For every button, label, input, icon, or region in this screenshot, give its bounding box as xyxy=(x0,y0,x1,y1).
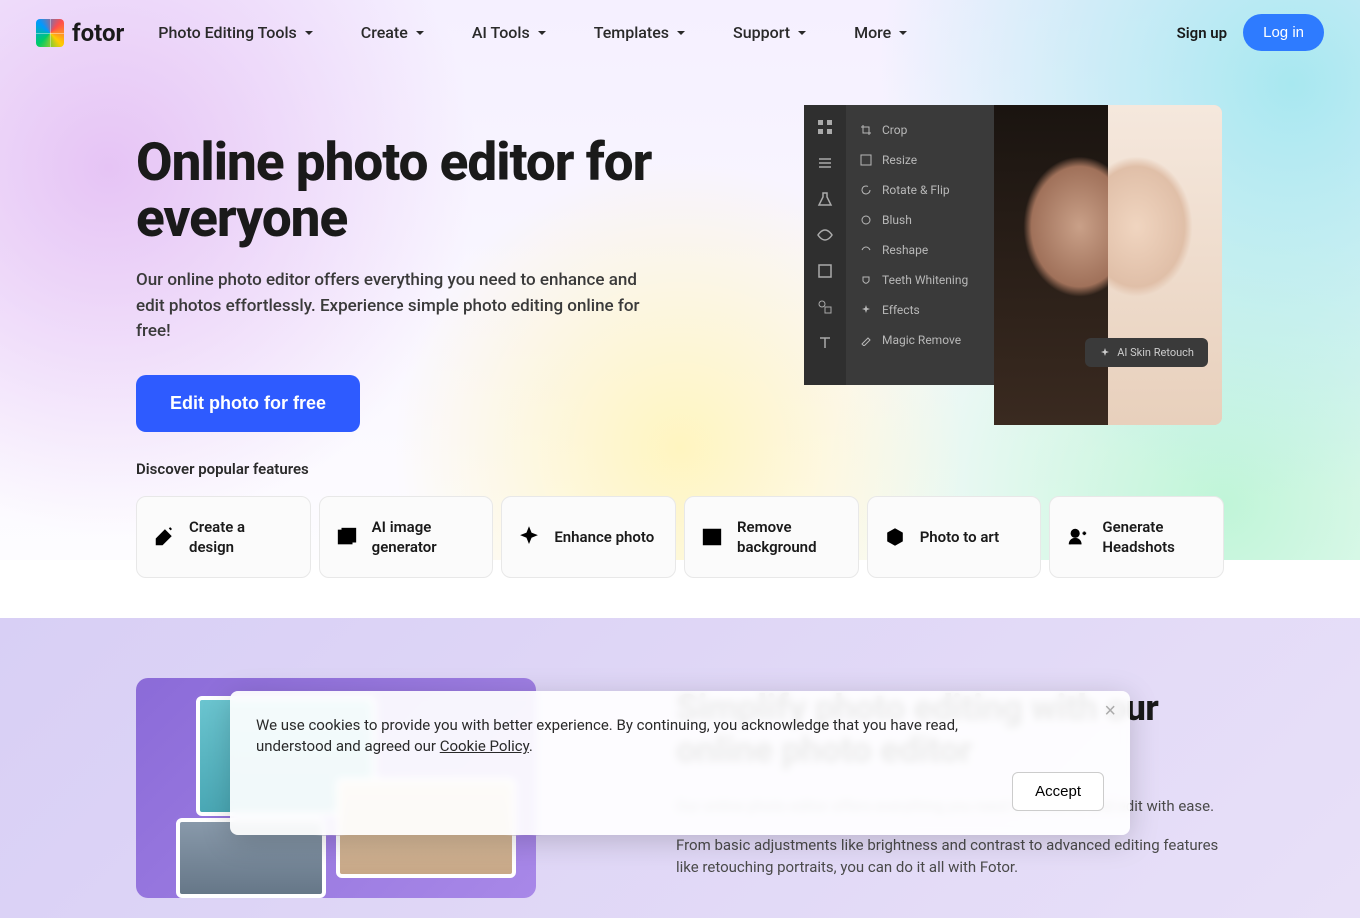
nav-create[interactable]: Create xyxy=(361,23,426,42)
text-icon xyxy=(817,335,833,351)
auth-controls: Sign up Log in xyxy=(1177,14,1324,51)
chevron-down-icon xyxy=(414,27,426,39)
design-icon xyxy=(153,526,175,548)
hero-visual: Crop Resize Rotate & Flip Blush Reshape … xyxy=(804,105,1224,385)
sliders-icon xyxy=(817,155,833,171)
eye-icon xyxy=(817,227,833,243)
sparkle-icon xyxy=(1099,347,1111,359)
editor-sidebar xyxy=(804,105,846,385)
feature-grid: Create a design AI image generator Enhan… xyxy=(136,496,1224,579)
main-nav: Photo Editing Tools Create AI Tools Temp… xyxy=(158,23,1142,42)
editor-preview: Crop Resize Rotate & Flip Blush Reshape … xyxy=(804,105,999,385)
feature-ai-image-generator[interactable]: AI image generator xyxy=(319,496,494,579)
nav-more[interactable]: More xyxy=(854,23,909,42)
header: fotor Photo Editing Tools Create AI Tool… xyxy=(0,0,1360,65)
shapes-icon xyxy=(817,299,833,315)
chevron-down-icon xyxy=(897,27,909,39)
cookie-policy-link[interactable]: Cookie Policy xyxy=(440,737,529,755)
feature-photo-to-art[interactable]: Photo to art xyxy=(867,496,1042,579)
face-after xyxy=(1108,105,1222,425)
menu-magic-remove: Magic Remove xyxy=(846,325,999,355)
accept-button[interactable]: Accept xyxy=(1012,772,1104,811)
feature-remove-background[interactable]: Remove background xyxy=(684,496,859,579)
section2-paragraph: From basic adjustments like brightness a… xyxy=(676,834,1224,879)
nav-label: More xyxy=(854,23,891,42)
image-icon xyxy=(336,526,358,548)
nav-photo-editing-tools[interactable]: Photo Editing Tools xyxy=(158,23,314,42)
menu-resize: Resize xyxy=(846,145,999,175)
frame-icon xyxy=(817,263,833,279)
face-before xyxy=(994,105,1108,425)
hero-section: Online photo editor for everyone Our onl… xyxy=(0,65,1360,432)
hero-text: Online photo editor for everyone Our onl… xyxy=(136,105,676,432)
hero-description: Our online photo editor offers everythin… xyxy=(136,268,666,345)
cookie-banner: × We use cookies to provide you with bet… xyxy=(230,691,1130,836)
logo-icon xyxy=(36,19,64,47)
menu-blush: Blush xyxy=(846,205,999,235)
edit-photo-button[interactable]: Edit photo for free xyxy=(136,375,360,432)
remove-bg-icon xyxy=(701,526,723,548)
nav-label: Create xyxy=(361,23,408,42)
sparkle-icon xyxy=(518,526,540,548)
close-button[interactable]: × xyxy=(1104,701,1116,721)
nav-label: AI Tools xyxy=(472,23,530,42)
signup-link[interactable]: Sign up xyxy=(1177,24,1228,42)
nav-support[interactable]: Support xyxy=(733,23,808,42)
headshot-icon xyxy=(1066,526,1088,548)
ai-skin-retouch-badge: AI Skin Retouch xyxy=(1085,338,1208,367)
menu-teeth: Teeth Whitening xyxy=(846,265,999,295)
grid-icon xyxy=(817,119,833,135)
feature-enhance-photo[interactable]: Enhance photo xyxy=(501,496,676,579)
feature-generate-headshots[interactable]: Generate Headshots xyxy=(1049,496,1224,579)
menu-crop: Crop xyxy=(846,115,999,145)
art-icon xyxy=(884,526,906,548)
face-comparison: AI Skin Retouch xyxy=(994,105,1222,425)
hero-title: Online photo editor for everyone xyxy=(136,135,676,246)
discover-section: Discover popular features Create a desig… xyxy=(0,432,1360,619)
chevron-down-icon xyxy=(675,27,687,39)
nav-label: Support xyxy=(733,23,790,42)
flask-icon xyxy=(817,191,833,207)
chevron-down-icon xyxy=(796,27,808,39)
nav-ai-tools[interactable]: AI Tools xyxy=(472,23,548,42)
chevron-down-icon xyxy=(303,27,315,39)
logo-text: fotor xyxy=(72,19,124,47)
nav-templates[interactable]: Templates xyxy=(594,23,687,42)
menu-rotate: Rotate & Flip xyxy=(846,175,999,205)
cookie-text: We use cookies to provide you with bette… xyxy=(256,715,1006,759)
nav-label: Templates xyxy=(594,23,669,42)
menu-effects: Effects xyxy=(846,295,999,325)
feature-create-design[interactable]: Create a design xyxy=(136,496,311,579)
discover-title: Discover popular features xyxy=(136,460,1224,478)
editor-menu: Crop Resize Rotate & Flip Blush Reshape … xyxy=(846,105,999,385)
chevron-down-icon xyxy=(536,27,548,39)
nav-label: Photo Editing Tools xyxy=(158,23,296,42)
logo[interactable]: fotor xyxy=(36,19,124,47)
login-button[interactable]: Log in xyxy=(1243,14,1324,51)
menu-reshape: Reshape xyxy=(846,235,999,265)
